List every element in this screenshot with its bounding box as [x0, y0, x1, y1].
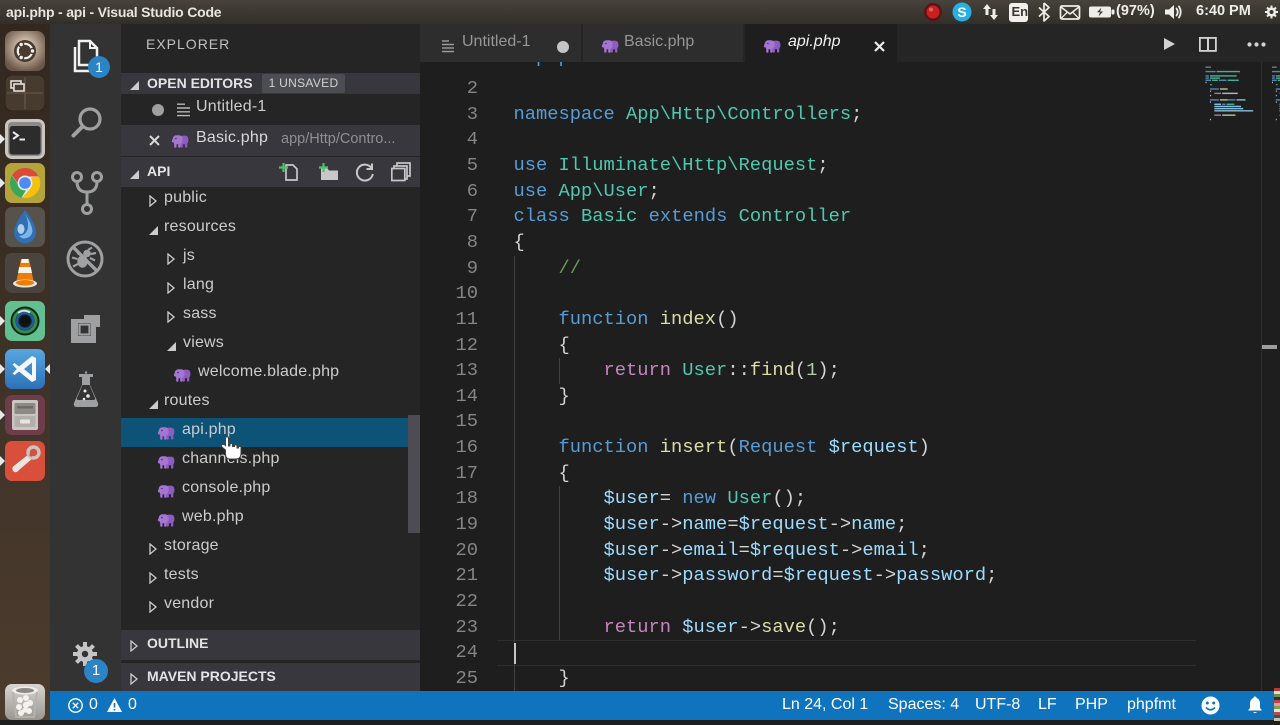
- svg-text:S: S: [957, 4, 966, 20]
